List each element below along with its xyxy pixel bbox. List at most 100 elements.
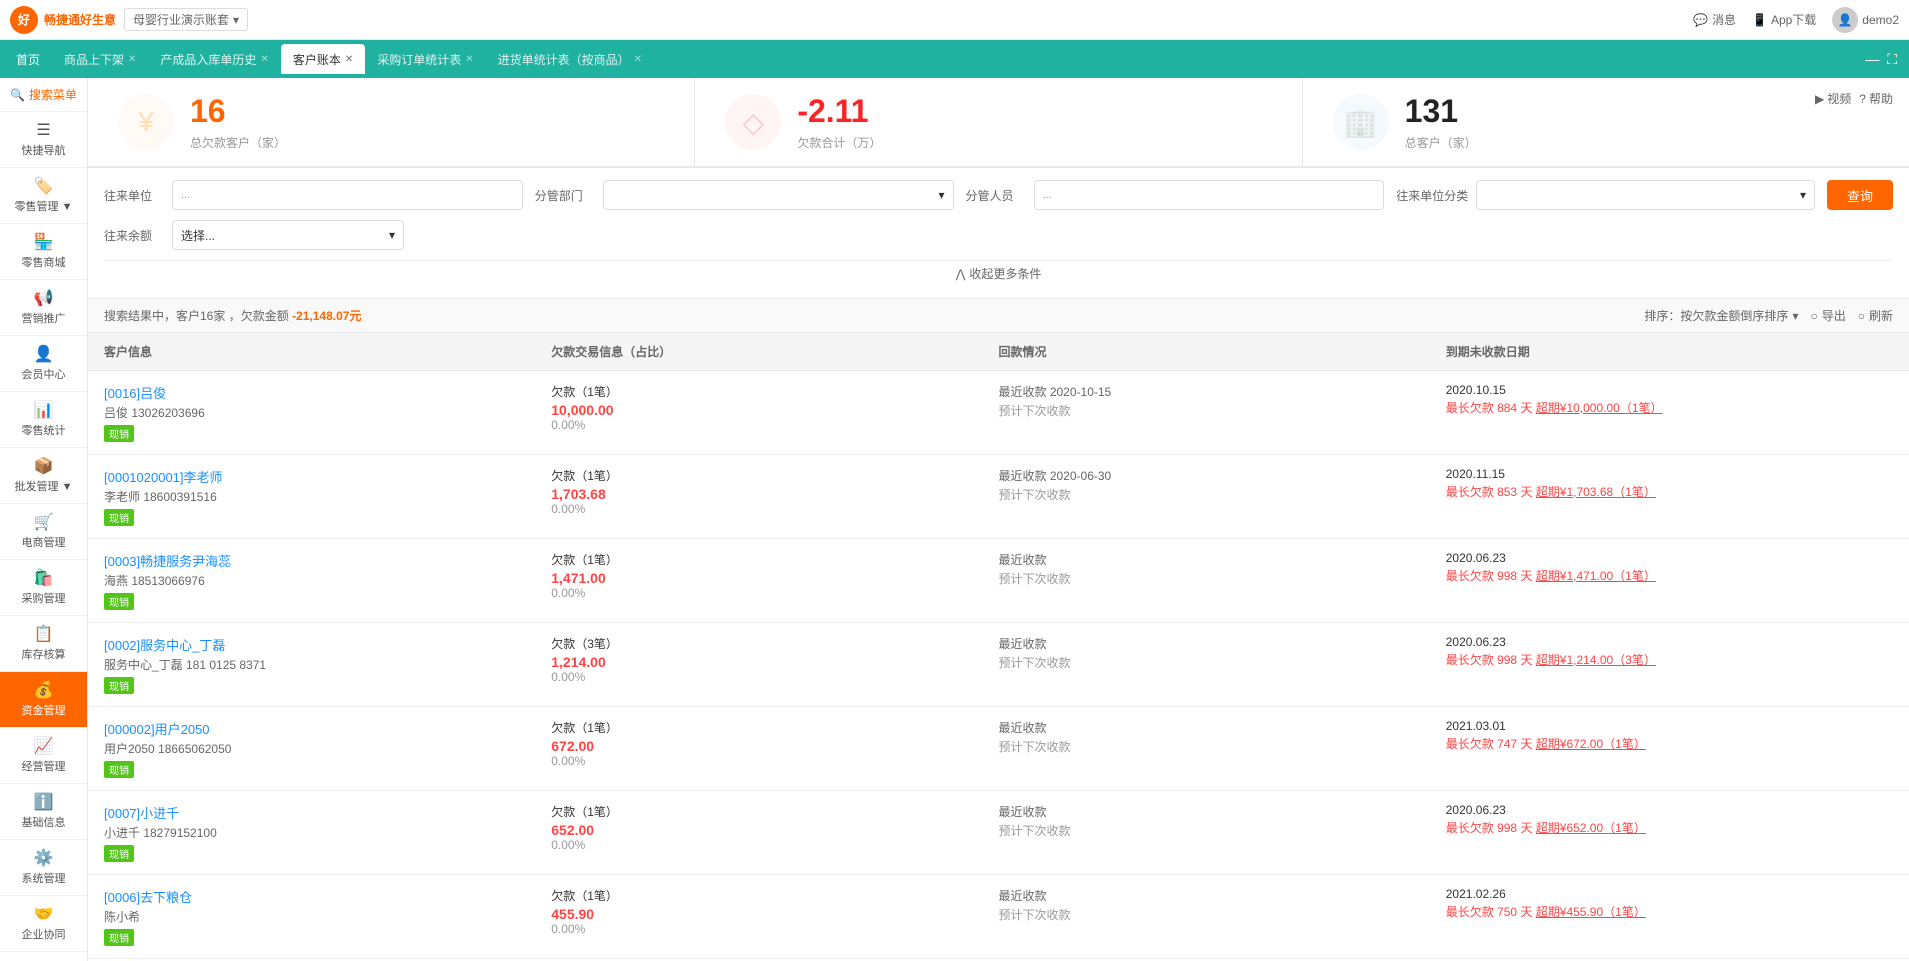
search-menu[interactable]: 🔍 搜索菜单 bbox=[0, 78, 87, 112]
department-select[interactable]: ▾ bbox=[603, 180, 954, 210]
stat-actions: ▶ 视频 ? 帮助 bbox=[1815, 90, 1893, 107]
customer-info: [0002]服务中心_丁磊 服务中心_丁磊 181 0125 8371 现销 bbox=[104, 635, 551, 694]
sidebar-item-label: 基础信息 bbox=[22, 816, 66, 830]
table-row: [0002]服务中心_丁磊 服务中心_丁磊 181 0125 8371 现销 欠… bbox=[88, 623, 1909, 707]
sidebar-item-ecommerce[interactable]: 🛒 电商管理 bbox=[0, 504, 87, 560]
tab-close-icon[interactable]: ✕ bbox=[128, 54, 136, 65]
sidebar-item-enterprise[interactable]: 🤝 企业协同 bbox=[0, 896, 87, 952]
sidebar-item-member[interactable]: 👤 会员中心 bbox=[0, 336, 87, 392]
tab-inbound-stats-label: 进货单统计表（按商品） bbox=[498, 51, 630, 68]
refresh-button[interactable]: ○ 刷新 bbox=[1858, 307, 1893, 324]
sidebar-item-purchase[interactable]: 🛍️ 采购管理 bbox=[0, 560, 87, 616]
customer-name[interactable]: [000002]用户2050 bbox=[104, 719, 551, 738]
customer-phone: 海燕 18513066976 bbox=[104, 572, 551, 589]
tab-home-label: 首页 bbox=[16, 51, 40, 68]
customer-tag: 现销 bbox=[104, 593, 134, 610]
sidebar-item-label: 快捷导航 bbox=[22, 144, 66, 158]
help-button[interactable]: ? 帮助 bbox=[1859, 90, 1893, 107]
tab-minimize-icon[interactable]: — bbox=[1865, 51, 1879, 68]
customer-name[interactable]: [0001020001]李老师 bbox=[104, 467, 551, 486]
customer-phone: 吕俊 13026203696 bbox=[104, 404, 551, 421]
debt-info: 欠款（1笔） 672.00 0.00% bbox=[551, 719, 998, 768]
customer-tag: 现销 bbox=[104, 761, 134, 778]
filter-label: 分管部门 bbox=[535, 187, 595, 204]
debt-customers-label: 总欠款客户（家） bbox=[190, 134, 286, 151]
tab-close-icon[interactable]: ✕ bbox=[465, 54, 473, 65]
source-unit-input[interactable]: ... bbox=[172, 180, 523, 210]
customer-name[interactable]: [0006]去下粮仓 bbox=[104, 887, 551, 906]
overdue-link[interactable]: 超期¥672.00（1笔） bbox=[1536, 737, 1646, 751]
tab-purchase-label: 采购订单统计表 bbox=[377, 51, 461, 68]
overdue-link[interactable]: 超期¥1,703.68（1笔） bbox=[1536, 485, 1656, 499]
due-date: 2020.06.23 bbox=[1446, 635, 1893, 649]
sidebar-item-finance[interactable]: 💰 资金管理 bbox=[0, 672, 87, 728]
tab-expand-icon[interactable]: ⛶ bbox=[1887, 51, 1897, 68]
debt-ratio: 0.00% bbox=[551, 670, 998, 684]
tab-bar: 首页 商品上下架 ✕ 产成品入库单历史 ✕ 客户账本 ✕ 采购订单统计表 ✕ 进… bbox=[0, 40, 1909, 78]
stat-value-area: 131 总客户（家） bbox=[1405, 93, 1477, 151]
sidebar-item-retail-stats[interactable]: 📊 零售统计 bbox=[0, 392, 87, 448]
col-header-due: 到期未收款日期 bbox=[1446, 343, 1893, 360]
filter-unit-category: 往来单位分类 ▾ bbox=[1396, 180, 1815, 210]
table-container: 客户信息 欠款交易信息（占比） 回款情况 到期未收款日期 [0016]吕俊 吕俊… bbox=[88, 333, 1909, 961]
debt-ratio: 0.00% bbox=[551, 502, 998, 516]
repay-info: 最近收款 2020-10-15 预计下次收款 bbox=[999, 383, 1446, 419]
sidebar-item-retail-management[interactable]: 🏷️ 零售管理 ▼ bbox=[0, 168, 87, 224]
sort-dropdown[interactable]: 排序：按欠款金额倒序排序 ▾ bbox=[1644, 307, 1798, 324]
balance-select[interactable]: 选择... ▾ bbox=[172, 220, 404, 250]
customer-name[interactable]: [0003]畅捷服务尹海蕊 bbox=[104, 551, 551, 570]
message-button[interactable]: 💬 消息 bbox=[1693, 11, 1736, 28]
filter-more-toggle[interactable]: ⋀ 收起更多条件 bbox=[104, 260, 1893, 286]
customer-name[interactable]: [0016]吕俊 bbox=[104, 383, 551, 402]
company-selector[interactable]: 母婴行业演示账套 ▾ bbox=[124, 8, 248, 31]
filter-label: 往来单位 bbox=[104, 187, 164, 204]
sidebar-item-inventory[interactable]: 📋 库存核算 bbox=[0, 616, 87, 672]
debt-count: 欠款（1笔） bbox=[551, 467, 998, 484]
tab-home[interactable]: 首页 bbox=[4, 44, 52, 74]
overdue-link[interactable]: 超期¥455.90（1笔） bbox=[1536, 905, 1646, 919]
manager-input[interactable]: ... bbox=[1034, 180, 1385, 210]
overdue-link[interactable]: 超期¥10,000.00（1笔） bbox=[1536, 401, 1663, 415]
nav-icon: ☰ bbox=[36, 120, 50, 140]
customer-name[interactable]: [0007]小进千 bbox=[104, 803, 551, 822]
user-menu[interactable]: 👤 demo2 bbox=[1832, 7, 1899, 33]
table-row: [0016]吕俊 吕俊 13026203696 现销 欠款（1笔） 10,000… bbox=[88, 371, 1909, 455]
overdue-link[interactable]: 超期¥1,471.00（1笔） bbox=[1536, 569, 1656, 583]
sidebar-item-marketing[interactable]: 📢 营销推广 bbox=[0, 280, 87, 336]
filter-balance: 往来余额 选择... ▾ bbox=[104, 220, 404, 250]
debt-ratio: 0.00% bbox=[551, 418, 998, 432]
col-header-debt: 欠款交易信息（占比） bbox=[551, 343, 998, 360]
debt-ratio: 0.00% bbox=[551, 838, 998, 852]
repay-next: 预计下次收款 bbox=[999, 822, 1446, 839]
tab-inbound[interactable]: 产成品入库单历史 ✕ bbox=[148, 44, 280, 74]
export-button[interactable]: ○ 导出 bbox=[1810, 307, 1845, 324]
tab-close-icon[interactable]: ✕ bbox=[634, 54, 642, 65]
search-button[interactable]: 查询 bbox=[1827, 180, 1893, 210]
repay-info: 最近收款 预计下次收款 bbox=[999, 551, 1446, 587]
unit-category-select[interactable]: ▾ bbox=[1476, 180, 1815, 210]
results-info: 搜索结果中，客户16家 ，欠款金额 -21,148.07元 bbox=[104, 307, 361, 324]
due-info: 2020.06.23 最长欠款 998 天 超期¥1,214.00（3笔） bbox=[1446, 635, 1893, 668]
tab-close-icon[interactable]: ✕ bbox=[260, 54, 268, 65]
sidebar-item-system[interactable]: ⚙️ 系统管理 bbox=[0, 840, 87, 896]
video-button[interactable]: ▶ 视频 bbox=[1815, 90, 1851, 107]
tab-purchase-stats[interactable]: 采购订单统计表 ✕ bbox=[365, 44, 485, 74]
tab-products[interactable]: 商品上下架 ✕ bbox=[52, 44, 148, 74]
stat-value-area: -2.11 欠款合计（万） bbox=[797, 93, 881, 151]
search-menu-label: 搜索菜单 bbox=[29, 86, 77, 103]
sidebar-item-quick-nav[interactable]: ☰ 快捷导航 bbox=[0, 112, 87, 168]
tab-close-icon[interactable]: ✕ bbox=[345, 54, 353, 65]
customer-name[interactable]: [0002]服务中心_丁磊 bbox=[104, 635, 551, 654]
tab-customer-account[interactable]: 客户账本 ✕ bbox=[281, 44, 365, 74]
overdue-link[interactable]: 超期¥652.00（1笔） bbox=[1536, 821, 1646, 835]
sidebar-item-basic-info[interactable]: ℹ️ 基础信息 bbox=[0, 784, 87, 840]
app-download-button[interactable]: 📱 App下载 bbox=[1752, 11, 1816, 28]
overdue-link[interactable]: 超期¥1,214.00（3笔） bbox=[1536, 653, 1656, 667]
sidebar-item-guide[interactable]: 🎯 新手引导 bbox=[0, 952, 87, 961]
customer-info: [0003]畅捷服务尹海蕊 海燕 18513066976 现销 bbox=[104, 551, 551, 610]
sidebar-item-retail-mall[interactable]: 🏪 零售商城 bbox=[0, 224, 87, 280]
sidebar-item-wholesale[interactable]: 📦 批发管理 ▼ bbox=[0, 448, 87, 504]
debt-amount: 1,471.00 bbox=[551, 570, 998, 586]
sidebar-item-operations[interactable]: 📈 经营管理 bbox=[0, 728, 87, 784]
tab-inbound-stats[interactable]: 进货单统计表（按商品） ✕ bbox=[486, 44, 654, 74]
